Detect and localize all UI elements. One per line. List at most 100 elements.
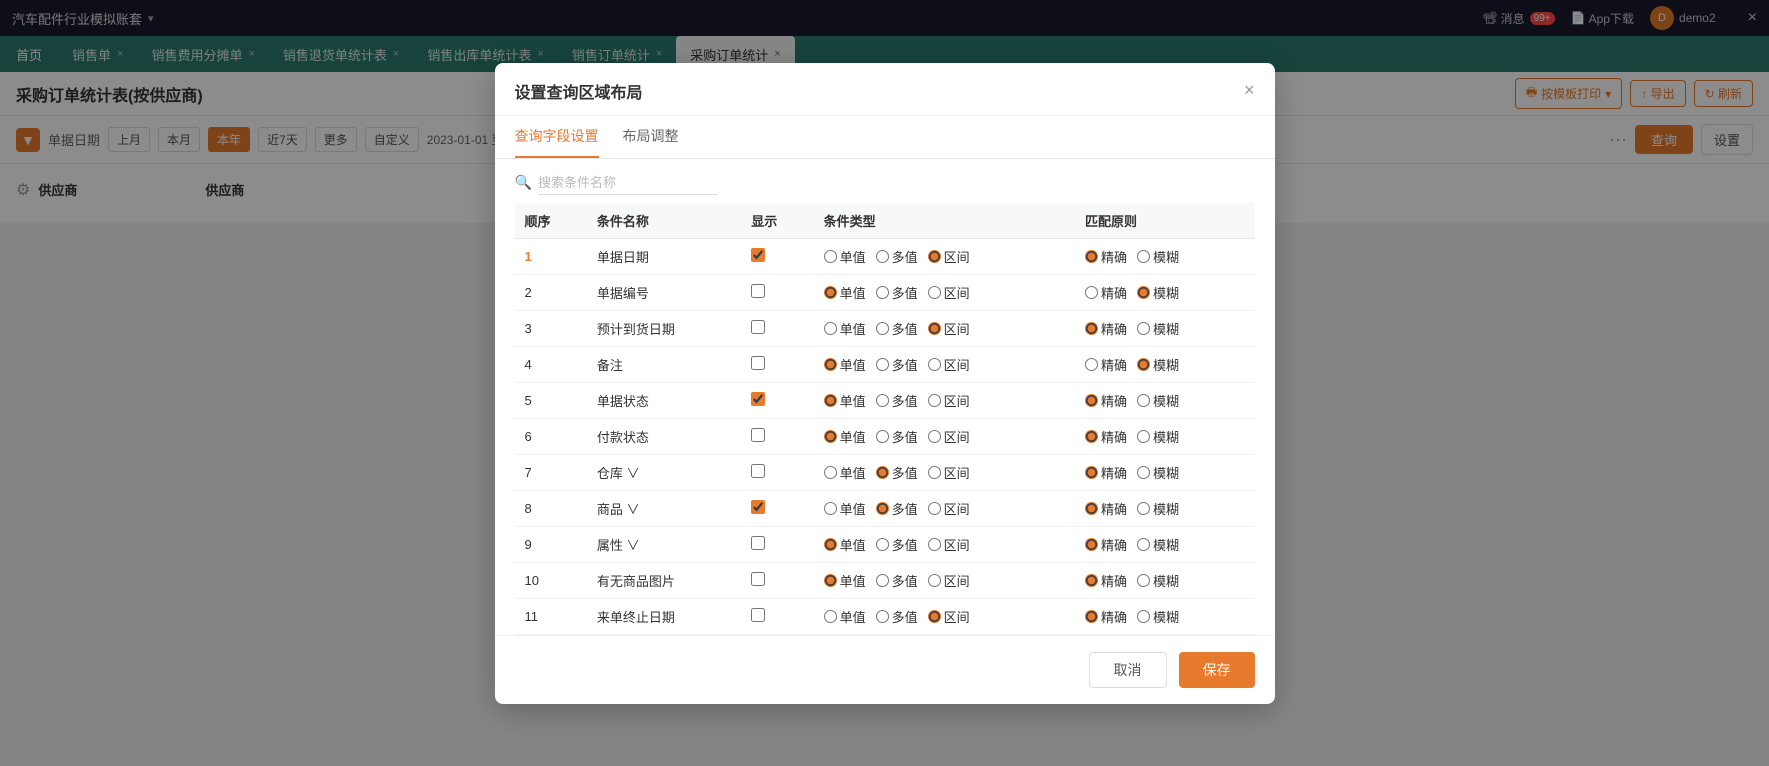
show-checkbox-label[interactable]	[751, 322, 765, 337]
dialog-header: 设置查询区域布局 ×	[495, 63, 1275, 116]
row-show[interactable]	[741, 274, 813, 310]
type-radio-单值[interactable]: 单值	[824, 607, 866, 626]
cancel-button[interactable]: 取消	[1089, 652, 1167, 688]
search-input[interactable]	[538, 171, 718, 195]
show-checkbox-label[interactable]	[751, 394, 765, 409]
show-checkbox-label[interactable]	[751, 430, 765, 445]
row-name: 商品 ∨	[587, 490, 741, 526]
row-show[interactable]	[741, 526, 813, 562]
show-checkbox-label[interactable]	[751, 610, 765, 625]
type-radio-单值[interactable]: 单值	[824, 391, 866, 410]
type-radio-单值[interactable]: 单值	[824, 355, 866, 374]
type-radio-多值[interactable]: 多值	[876, 607, 918, 626]
show-checkbox[interactable]	[751, 536, 765, 550]
show-checkbox[interactable]	[751, 608, 765, 622]
match-radio-精确[interactable]: 精确	[1085, 571, 1127, 590]
row-show[interactable]	[741, 490, 813, 526]
type-radio-单值[interactable]: 单值	[824, 463, 866, 482]
type-radio-多值[interactable]: 多值	[876, 283, 918, 302]
type-radio-单值[interactable]: 单值	[824, 283, 866, 302]
show-checkbox-label[interactable]	[751, 538, 765, 553]
row-show[interactable]	[741, 418, 813, 454]
type-radio-区间[interactable]: 区间	[928, 283, 970, 302]
show-checkbox[interactable]	[751, 500, 765, 514]
match-radio-精确[interactable]: 精确	[1085, 607, 1127, 626]
type-radio-区间[interactable]: 区间	[928, 319, 970, 338]
match-radio-精确[interactable]: 精确	[1085, 247, 1127, 266]
show-checkbox[interactable]	[751, 464, 765, 478]
match-radio-精确[interactable]: 精确	[1085, 283, 1127, 302]
match-radio-精确[interactable]: 精确	[1085, 319, 1127, 338]
dialog-close-btn[interactable]: ×	[1244, 80, 1255, 101]
match-radio-模糊[interactable]: 模糊	[1137, 463, 1179, 482]
save-button[interactable]: 保存	[1179, 652, 1255, 688]
type-radio-单值[interactable]: 单值	[824, 499, 866, 518]
match-radio-精确[interactable]: 精确	[1085, 463, 1127, 482]
table-row: 4备注单值多值区间精确模糊	[515, 346, 1255, 382]
show-checkbox-label[interactable]	[751, 250, 765, 265]
match-radio-精确[interactable]: 精确	[1085, 391, 1127, 410]
type-radio-多值[interactable]: 多值	[876, 499, 918, 518]
match-radio-模糊[interactable]: 模糊	[1137, 283, 1179, 302]
type-radio-区间[interactable]: 区间	[928, 607, 970, 626]
match-radio-精确[interactable]: 精确	[1085, 355, 1127, 374]
type-radio-多值[interactable]: 多值	[876, 463, 918, 482]
search-icon: 🔍	[515, 174, 532, 191]
match-radio-精确[interactable]: 精确	[1085, 499, 1127, 518]
type-radio-单值[interactable]: 单值	[824, 427, 866, 446]
show-checkbox[interactable]	[751, 248, 765, 262]
type-radio-区间[interactable]: 区间	[928, 535, 970, 554]
match-radio-精确[interactable]: 精确	[1085, 427, 1127, 446]
row-show[interactable]	[741, 346, 813, 382]
type-radio-多值[interactable]: 多值	[876, 319, 918, 338]
row-show[interactable]	[741, 562, 813, 598]
show-checkbox-label[interactable]	[751, 286, 765, 301]
show-checkbox[interactable]	[751, 356, 765, 370]
match-radio-模糊[interactable]: 模糊	[1137, 535, 1179, 554]
match-radio-模糊[interactable]: 模糊	[1137, 355, 1179, 374]
show-checkbox[interactable]	[751, 572, 765, 586]
match-radio-模糊[interactable]: 模糊	[1137, 319, 1179, 338]
type-radio-group: 单值多值区间	[824, 463, 1065, 482]
type-radio-单值[interactable]: 单值	[824, 319, 866, 338]
match-radio-精确[interactable]: 精确	[1085, 535, 1127, 554]
match-radio-模糊[interactable]: 模糊	[1137, 499, 1179, 518]
dialog-tab-fields[interactable]: 查询字段设置	[515, 116, 599, 158]
row-name: 预计到货日期	[587, 310, 741, 346]
type-radio-区间[interactable]: 区间	[928, 391, 970, 410]
show-checkbox-label[interactable]	[751, 358, 765, 373]
row-show[interactable]	[741, 598, 813, 634]
type-radio-区间[interactable]: 区间	[928, 427, 970, 446]
show-checkbox-label[interactable]	[751, 466, 765, 481]
type-radio-多值[interactable]: 多值	[876, 247, 918, 266]
match-radio-模糊[interactable]: 模糊	[1137, 571, 1179, 590]
match-radio-模糊[interactable]: 模糊	[1137, 391, 1179, 410]
match-radio-模糊[interactable]: 模糊	[1137, 427, 1179, 446]
type-radio-单值[interactable]: 单值	[824, 535, 866, 554]
type-radio-单值[interactable]: 单值	[824, 571, 866, 590]
type-radio-区间[interactable]: 区间	[928, 247, 970, 266]
type-radio-多值[interactable]: 多值	[876, 535, 918, 554]
row-show[interactable]	[741, 238, 813, 274]
show-checkbox-label[interactable]	[751, 574, 765, 589]
type-radio-区间[interactable]: 区间	[928, 463, 970, 482]
row-show[interactable]	[741, 310, 813, 346]
match-radio-模糊[interactable]: 模糊	[1137, 607, 1179, 626]
show-checkbox-label[interactable]	[751, 502, 765, 517]
type-radio-多值[interactable]: 多值	[876, 427, 918, 446]
type-radio-多值[interactable]: 多值	[876, 355, 918, 374]
show-checkbox[interactable]	[751, 392, 765, 406]
match-radio-模糊[interactable]: 模糊	[1137, 247, 1179, 266]
row-show[interactable]	[741, 382, 813, 418]
type-radio-区间[interactable]: 区间	[928, 499, 970, 518]
show-checkbox[interactable]	[751, 284, 765, 298]
type-radio-区间[interactable]: 区间	[928, 571, 970, 590]
type-radio-单值[interactable]: 单值	[824, 247, 866, 266]
row-show[interactable]	[741, 454, 813, 490]
show-checkbox[interactable]	[751, 428, 765, 442]
dialog-tab-layout[interactable]: 布局调整	[623, 116, 679, 158]
show-checkbox[interactable]	[751, 320, 765, 334]
type-radio-区间[interactable]: 区间	[928, 355, 970, 374]
type-radio-多值[interactable]: 多值	[876, 391, 918, 410]
type-radio-多值[interactable]: 多值	[876, 571, 918, 590]
